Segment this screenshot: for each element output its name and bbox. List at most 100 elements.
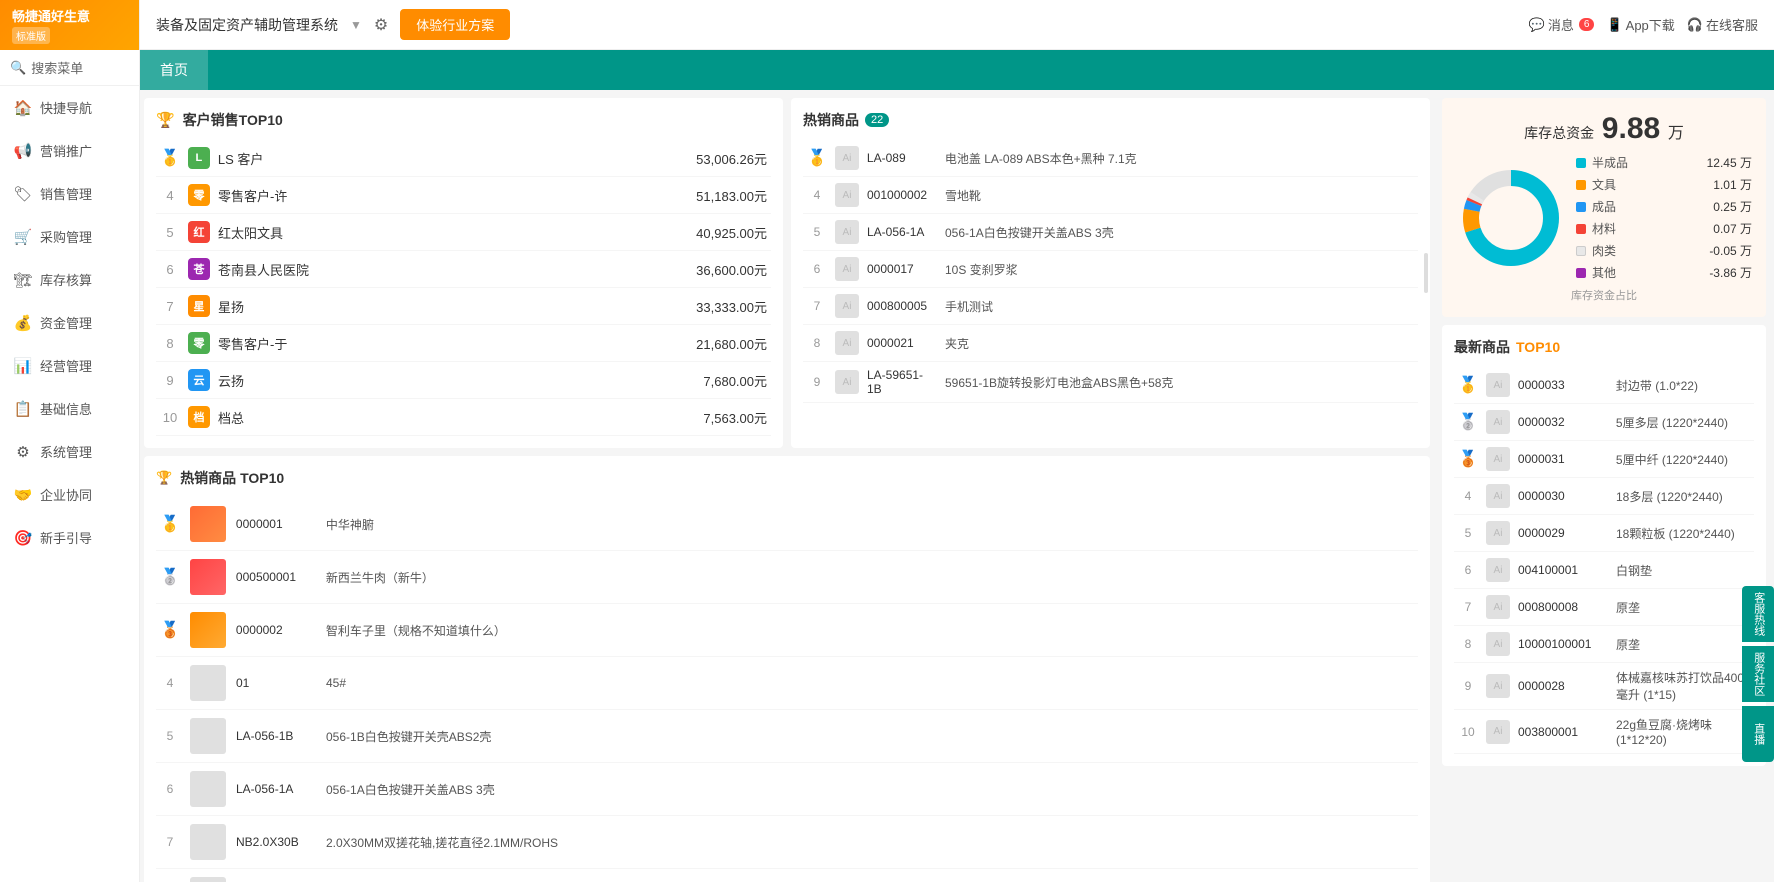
sidebar-item-system[interactable]: ⚙ 系统管理: [0, 430, 139, 473]
marketing-icon: 📢: [14, 142, 32, 160]
customer-sales-panel: 🏆 客户销售TOP10 🥇 L LS 客户 53,006.26元 4 零 零售客…: [144, 98, 783, 448]
nav-label: 基础信息: [40, 399, 92, 418]
cooperation-icon: 🤝: [14, 486, 32, 504]
latest-name-8: 原垄: [1616, 636, 1750, 653]
rank-amount-3: 40,925.00元: [696, 223, 767, 242]
messages-btn[interactable]: 💬 消息 6: [1529, 15, 1595, 34]
app-download-btn[interactable]: 📱 App下载: [1606, 15, 1674, 34]
operation-icon: 📊: [14, 357, 32, 375]
item-img-r7: Ai: [835, 370, 859, 394]
content-area: 🏆 客户销售TOP10 🥇 L LS 客户 53,006.26元 4 零 零售客…: [140, 90, 1774, 882]
latest-name-9: 体械嘉核味苏打饮品400毫升 (1*15): [1616, 669, 1750, 703]
rank-num-p5: 5: [160, 729, 180, 743]
rank-amount-4: 36,600.00元: [696, 260, 767, 279]
tab-home[interactable]: 首页: [140, 50, 208, 90]
customer-service-label: 客服热线: [1750, 592, 1765, 636]
legend-label-4: 材料: [1592, 220, 1707, 237]
latest-code-8: 10000100001: [1518, 637, 1608, 651]
item-img-r2: Ai: [835, 183, 859, 207]
hot-product-6: 6 LA-056-1A 056-1A白色按键开关盖ABS 3壳: [156, 763, 1418, 816]
latest-code-5: 0000029: [1518, 526, 1608, 540]
item-name-r7: 59651-1B旋转投影灯电池盒ABS黑色+58克: [945, 374, 1414, 391]
live-btn[interactable]: 直播: [1742, 706, 1774, 762]
service-community-btn[interactable]: 服务社区: [1742, 646, 1774, 702]
rank-num-5: 7: [160, 299, 180, 314]
rank-amount-1: 53,006.26元: [696, 149, 767, 168]
rank-row-4: 6 苍 苍南县人民医院 36,600.00元: [156, 251, 771, 288]
nav-label: 经营管理: [40, 356, 92, 375]
sidebar-search[interactable]: 🔍 搜索菜单: [0, 50, 139, 86]
legend-item-3: 成品 0.25 万: [1576, 198, 1752, 215]
donut-chart: [1456, 163, 1566, 273]
legend-dot-3: [1576, 202, 1586, 212]
hot-product-5: 5 LA-056-1B 056-1B白色按键开关壳ABS2壳: [156, 710, 1418, 763]
latest-img-9: Ai: [1486, 674, 1510, 698]
sidebar-item-cooperation[interactable]: 🤝 企业协同: [0, 473, 139, 516]
gear-icon[interactable]: ⚙: [374, 15, 388, 35]
rank-num-p6: 6: [160, 782, 180, 796]
latest-rank-1: 🥇: [1458, 375, 1478, 395]
latest-code-7: 000800008: [1518, 600, 1608, 614]
latest-name-1: 封边带 (1.0*22): [1616, 377, 1750, 394]
rank-medal-p3: 🥉: [160, 620, 180, 640]
rank-num-p7: 7: [160, 835, 180, 849]
finance-icon: 💰: [14, 314, 32, 332]
online-service-btn[interactable]: 🎧 在线客服: [1687, 15, 1758, 34]
hot-products-title: 热销商品 TOP10: [180, 468, 284, 488]
legend-value-6: -3.86 万: [1709, 264, 1752, 281]
sidebar-item-marketing[interactable]: 📢 营销推广: [0, 129, 139, 172]
experience-btn[interactable]: 体验行业方案: [400, 9, 510, 40]
rank-name-4: 苍南县人民医院: [218, 260, 688, 279]
latest-rank-3: 🥉: [1458, 449, 1478, 469]
right-panel: 库存总资金 9.88 万: [1434, 90, 1774, 882]
product-code-5: LA-056-1B: [236, 729, 316, 743]
sidebar-item-sales[interactable]: 🏷 销售管理: [0, 172, 139, 215]
rank-name-7: 云扬: [218, 371, 695, 390]
live-label: 直播: [1750, 723, 1765, 745]
product-name-2: 新西兰牛肉（新牛）: [326, 569, 1414, 586]
sidebar-item-purchase[interactable]: 🛒 采购管理: [0, 215, 139, 258]
legend-item-4: 材料 0.07 万: [1576, 220, 1752, 237]
legend-value-4: 0.07 万: [1713, 220, 1752, 237]
legend-label-3: 成品: [1592, 198, 1707, 215]
product-name-3: 智利车子里（规格不知道填什么）: [326, 622, 1414, 639]
legend-dot-1: [1576, 158, 1586, 168]
hot-item-right-1: 🥇 Ai LA-089 电池盖 LA-089 ABS本色+黑种 7.1克: [803, 140, 1418, 177]
sidebar-item-quick-nav[interactable]: 🏠 快捷导航: [0, 86, 139, 129]
nav-label: 库存核算: [40, 270, 92, 289]
customer-sales-title-text: 客户销售TOP10: [183, 110, 283, 130]
sidebar-item-guide[interactable]: 🎯 新手引导: [0, 516, 139, 559]
rank-row-2: 4 零 零售客户-许 51,183.00元: [156, 177, 771, 214]
rank-num-3: 5: [160, 225, 180, 240]
hot-item-right-2: 4 Ai 001000002 雪地靴: [803, 177, 1418, 214]
chevron-down-icon[interactable]: ▼: [350, 18, 362, 32]
latest-img-5: Ai: [1486, 521, 1510, 545]
guide-icon: 🎯: [14, 529, 32, 547]
trophy-icon: 🏆: [156, 111, 175, 129]
sidebar-item-finance[interactable]: 💰 资金管理: [0, 301, 139, 344]
latest-img-1: Ai: [1486, 373, 1510, 397]
latest-img-3: Ai: [1486, 447, 1510, 471]
customer-service-btn[interactable]: 客服热线: [1742, 586, 1774, 642]
rank-amount-7: 7,680.00元: [703, 371, 767, 390]
latest-product-3: 🥉 Ai 0000031 5厘中纤 (1220*2440): [1454, 441, 1754, 478]
legend-label-2: 文具: [1592, 176, 1707, 193]
inventory-summary: 库存总资金 9.88 万: [1442, 98, 1766, 317]
nav-label: 营销推广: [40, 141, 92, 160]
sidebar-item-basic-info[interactable]: 📋 基础信息: [0, 387, 139, 430]
rank-name-8: 档总: [218, 408, 695, 427]
rank-num-7: 9: [160, 373, 180, 388]
tab-bar: 首页: [140, 50, 1774, 90]
app-name: 畅捷通好生意: [12, 6, 90, 25]
scroll-indicator[interactable]: [1424, 253, 1428, 293]
inventory-caption: 库存资金占比: [1456, 287, 1752, 303]
latest-code-3: 0000031: [1518, 452, 1608, 466]
sidebar-item-inventory[interactable]: 🏗 库存核算: [0, 258, 139, 301]
rank-badge-3: 红: [188, 221, 210, 243]
hot-items-right-badge: 22: [865, 113, 889, 127]
rank-name-3: 红太阳文具: [218, 223, 688, 242]
system-icon: ⚙: [14, 443, 32, 461]
rank-num-6: 8: [160, 336, 180, 351]
sidebar-item-operation[interactable]: 📊 经营管理: [0, 344, 139, 387]
hot-items-right-title: 热销商品: [803, 110, 859, 130]
